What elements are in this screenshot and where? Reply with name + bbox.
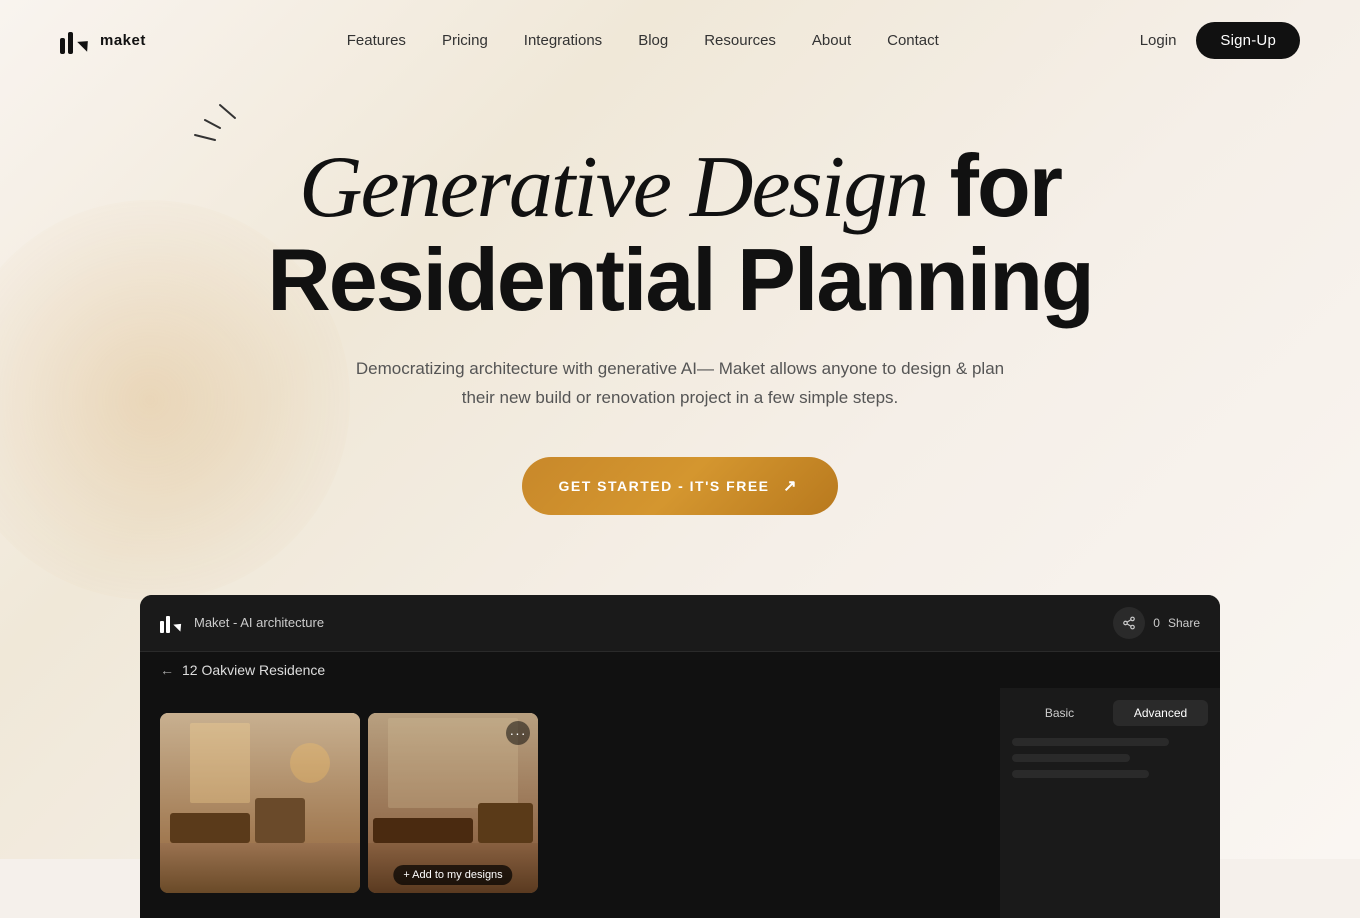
- nav-about[interactable]: About: [812, 32, 851, 49]
- demo-logo-icon: [160, 613, 184, 633]
- cta-label: GET STARTED - IT'S FREE: [558, 478, 769, 494]
- demo-app-name: Maket - AI architecture: [194, 615, 324, 630]
- panel-content: [1012, 738, 1208, 778]
- panel-line-1: [1012, 738, 1169, 746]
- share-label: Share: [1168, 616, 1200, 630]
- demo-panel-tabs: Basic Advanced: [1012, 700, 1208, 726]
- logo-text: maket: [100, 32, 146, 49]
- logo-bar-1: [60, 38, 65, 54]
- nav-contact[interactable]: Contact: [887, 32, 939, 49]
- add-to-designs-button[interactable]: + Add to my designs: [393, 865, 512, 885]
- hero-subtitle: Democratizing architecture with generati…: [340, 355, 1020, 413]
- share-badge: 0: [1153, 616, 1160, 630]
- hero-title-line2: Residential Planning: [267, 230, 1092, 329]
- signup-button[interactable]: Sign-Up: [1196, 22, 1300, 59]
- demo-logo-area: Maket - AI architecture: [160, 613, 324, 633]
- nav-blog[interactable]: Blog: [638, 32, 668, 49]
- hero-title-italic: Generative Design: [299, 139, 927, 236]
- nav-pricing[interactable]: Pricing: [442, 32, 488, 49]
- demo-logo-bar-2: [166, 616, 170, 633]
- tab-basic[interactable]: Basic: [1012, 700, 1107, 726]
- back-arrow-icon[interactable]: ←: [160, 662, 174, 678]
- cta-button[interactable]: GET STARTED - IT'S FREE ↗: [522, 457, 837, 515]
- logo-arrow: [77, 36, 93, 52]
- panel-line-2: [1012, 754, 1130, 762]
- header-actions: Login Sign-Up: [1140, 22, 1300, 59]
- login-button[interactable]: Login: [1140, 32, 1177, 49]
- nav-resources[interactable]: Resources: [704, 32, 776, 49]
- demo-content: ··· + Add to my designs Basic Advanced: [140, 688, 1220, 918]
- nav-features[interactable]: Features: [347, 32, 406, 49]
- share-icon[interactable]: [1113, 607, 1145, 639]
- main-nav: Features Pricing Integrations Blog Resou…: [347, 32, 939, 49]
- hero-title-suffix: for: [927, 136, 1061, 235]
- demo-breadcrumb: ← 12 Oakview Residence: [140, 652, 1220, 688]
- hero-section: Generative Design for Residential Planni…: [0, 80, 1360, 555]
- share-count: 0: [1153, 616, 1160, 630]
- interior-image-1: [160, 713, 360, 893]
- header: maket Features Pricing Integrations Blog…: [0, 0, 1360, 80]
- tab-advanced[interactable]: Advanced: [1113, 700, 1208, 726]
- demo-image-card-1: [160, 713, 360, 893]
- breadcrumb-title: 12 Oakview Residence: [182, 662, 325, 678]
- cta-arrow-icon: ↗: [780, 475, 802, 497]
- demo-window: Maket - AI architecture 0 Share: [140, 595, 1220, 918]
- logo-icon: [60, 26, 92, 54]
- panel-line-3: [1012, 770, 1149, 778]
- demo-logo-arrow: [173, 620, 184, 631]
- demo-logo-bar-1: [160, 621, 164, 633]
- demo-image-card-2: ··· + Add to my designs: [368, 713, 538, 893]
- hero-title: Generative Design for Residential Planni…: [60, 140, 1300, 327]
- decorative-lines: [180, 100, 240, 150]
- logo-bar-2: [68, 32, 73, 54]
- demo-topbar: Maket - AI architecture 0 Share: [140, 595, 1220, 652]
- image-dots-menu[interactable]: ···: [506, 721, 530, 745]
- logo[interactable]: maket: [60, 26, 146, 54]
- nav-integrations[interactable]: Integrations: [524, 32, 602, 49]
- demo-panel: Basic Advanced: [1000, 688, 1220, 918]
- demo-gallery: ··· + Add to my designs: [140, 688, 1000, 918]
- demo-share-area: 0 Share: [1113, 607, 1200, 639]
